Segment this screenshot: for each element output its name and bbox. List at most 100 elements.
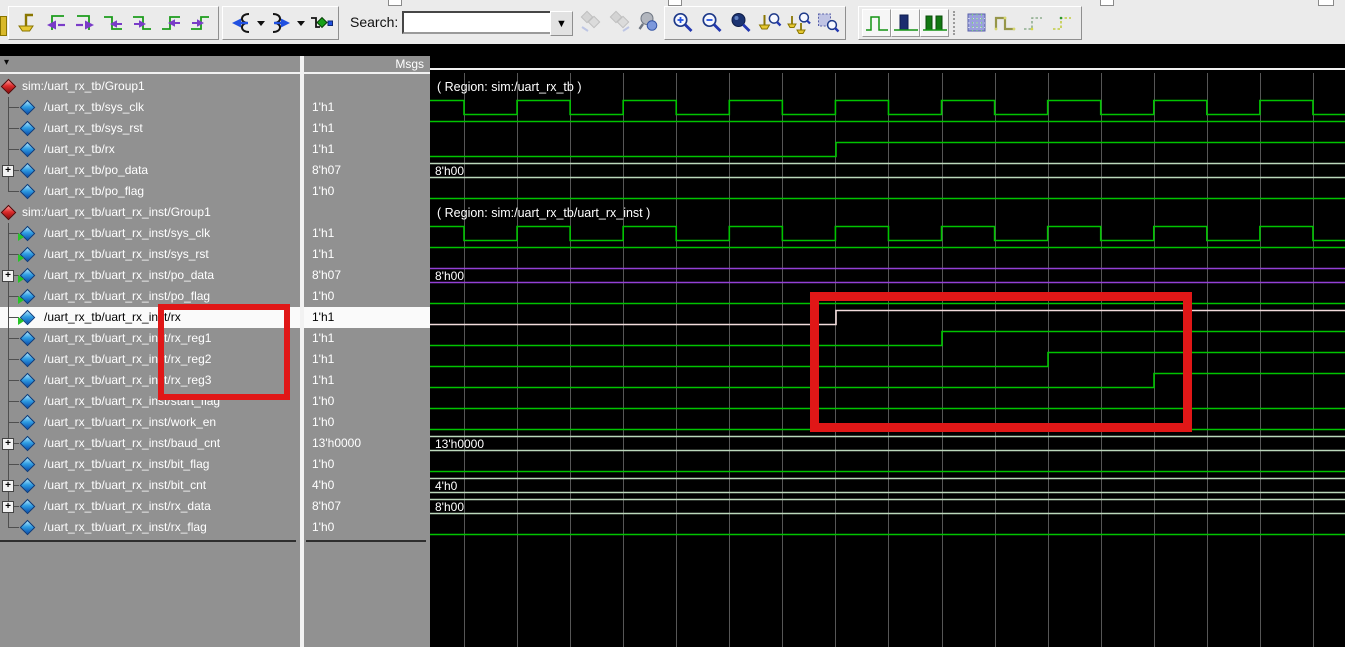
signal-diamond-icon bbox=[19, 477, 36, 494]
msgs-value-po_flag: 1'h0 bbox=[312, 289, 335, 303]
signal-diamond-icon bbox=[19, 414, 36, 431]
svg-text:13'h0000: 13'h0000 bbox=[435, 437, 484, 451]
wave-pulse-navy-button[interactable] bbox=[891, 9, 920, 37]
zoom-mode-button[interactable] bbox=[813, 9, 842, 37]
signal-row-bit_cnt[interactable]: + /uart_rx_tb/uart_rx_inst/bit_cnt bbox=[0, 475, 300, 496]
search-label: Search: bbox=[350, 14, 399, 30]
caret-icon bbox=[256, 20, 265, 26]
signal-row-po_data[interactable]: + /uart_rx_tb/uart_rx_inst/po_data bbox=[0, 265, 300, 286]
dropdown-caret-button[interactable] bbox=[255, 9, 266, 37]
cropped-widget-fragment bbox=[1318, 0, 1334, 6]
zoom-full-button[interactable] bbox=[726, 9, 755, 37]
msgs-value-po_data: 8'h07 bbox=[312, 268, 341, 282]
signal-row-po_data[interactable]: + /uart_rx_tb/po_data bbox=[0, 160, 300, 181]
expand-net-button[interactable] bbox=[306, 9, 335, 37]
insert-cursor-icon bbox=[14, 10, 40, 36]
pulse-olive-button[interactable] bbox=[991, 9, 1020, 37]
cropped-icon-fragment bbox=[0, 16, 7, 36]
wave-row-po_data: 8'h00 bbox=[430, 265, 1345, 286]
expander-icon[interactable]: + bbox=[2, 165, 14, 177]
msgs-panel[interactable]: Msgs 1'h1 1'h1 1'h1 8'h07 1'h0 1'h1 1'h1 8'h07 1… bbox=[304, 56, 432, 647]
names-panel-header[interactable]: ▾ bbox=[0, 56, 300, 74]
find-next-rising-edge-button[interactable] bbox=[186, 9, 215, 37]
find-previous-falling-edge-button[interactable] bbox=[99, 9, 128, 37]
search-forward-disabled-button bbox=[605, 8, 634, 36]
dropdown-caret-button[interactable] bbox=[295, 9, 306, 37]
step-dashed-gray-button[interactable] bbox=[1020, 9, 1049, 37]
tree-line bbox=[8, 422, 19, 423]
signal-row-sys_rst[interactable]: /uart_rx_tb/sys_rst bbox=[0, 118, 300, 139]
wave-row-po_flag bbox=[430, 181, 1345, 202]
find-next-transition-button[interactable] bbox=[70, 9, 99, 37]
signal-diamond-icon bbox=[19, 393, 36, 410]
search-dropdown-button[interactable]: ▼ bbox=[550, 11, 573, 36]
signal-label: /uart_rx_tb/uart_rx_inst/rx_flag bbox=[44, 520, 207, 534]
signal-diamond-icon bbox=[19, 120, 36, 137]
find-next-falling-edge-button[interactable] bbox=[128, 9, 157, 37]
zoom-in-on-active-cursor-button[interactable] bbox=[755, 9, 784, 37]
signal-row-work_en[interactable]: /uart_rx_tb/uart_rx_inst/work_en bbox=[0, 412, 300, 433]
insert-cursor-button[interactable] bbox=[12, 9, 41, 37]
signal-row-sys_rst[interactable]: /uart_rx_tb/uart_rx_inst/sys_rst bbox=[0, 244, 300, 265]
wave-pulse-green-icon bbox=[922, 10, 948, 36]
msgs-value-rx_flag: 1'h0 bbox=[312, 520, 335, 534]
signal-row-rx[interactable]: /uart_rx_tb/rx bbox=[0, 139, 300, 160]
expand-time-left-button[interactable] bbox=[226, 9, 255, 37]
zoom-out-button[interactable] bbox=[697, 9, 726, 37]
signal-diamond-icon bbox=[19, 183, 36, 200]
wave-pulse-green-button[interactable] bbox=[920, 9, 949, 37]
expander-icon[interactable]: + bbox=[2, 270, 14, 282]
search-input[interactable] bbox=[402, 11, 556, 34]
pulse-olive-icon bbox=[993, 10, 1019, 36]
signal-diamond-icon bbox=[19, 330, 36, 347]
zoom-in-on-active-cursor-icon bbox=[757, 10, 783, 36]
find-previous-transition-button[interactable] bbox=[41, 9, 70, 37]
expander-icon[interactable]: + bbox=[2, 480, 14, 492]
wave-signal-thin-icon bbox=[864, 10, 890, 36]
tree-line bbox=[8, 149, 19, 150]
search-options-button[interactable] bbox=[634, 8, 663, 36]
group-diamond-icon bbox=[0, 78, 17, 95]
port-arrow-icon bbox=[18, 296, 24, 304]
signal-row-rx_flag[interactable]: /uart_rx_tb/uart_rx_inst/rx_flag bbox=[0, 517, 300, 538]
expander-icon[interactable]: + bbox=[2, 501, 14, 513]
expand-time-right-button[interactable] bbox=[266, 9, 295, 37]
port-arrow-icon bbox=[18, 233, 24, 241]
signal-diamond-icon bbox=[19, 162, 36, 179]
literal-purple-button[interactable] bbox=[962, 9, 991, 37]
tree-line bbox=[8, 527, 19, 528]
zoom-between-cursors-button[interactable] bbox=[784, 9, 813, 37]
header-caret-icon[interactable]: ▾ bbox=[4, 57, 9, 68]
msgs-header-label: Msgs bbox=[395, 57, 424, 71]
dropdown-arrow-icon: ▼ bbox=[556, 17, 567, 30]
signal-row-po_flag[interactable]: /uart_rx_tb/po_flag bbox=[0, 181, 300, 202]
signal-row-Group1[interactable]: sim:/uart_rx_tb/uart_rx_inst/Group1 bbox=[0, 202, 300, 223]
signal-label: /uart_rx_tb/uart_rx_inst/sys_rst bbox=[44, 247, 209, 261]
annotation-rect-waves bbox=[810, 292, 1192, 432]
svg-text:8'h00: 8'h00 bbox=[435, 269, 464, 283]
signal-row-baud_cnt[interactable]: + /uart_rx_tb/uart_rx_inst/baud_cnt bbox=[0, 433, 300, 454]
cropped-widget-fragment bbox=[1100, 0, 1114, 6]
find-next-transition-icon bbox=[72, 10, 98, 36]
wave-pulse-navy-icon bbox=[893, 10, 919, 36]
find-previous-rising-edge-button[interactable] bbox=[157, 9, 186, 37]
signal-diamond-icon bbox=[19, 372, 36, 389]
wave-row-rx bbox=[430, 139, 1345, 160]
signal-label: sim:/uart_rx_tb/uart_rx_inst/Group1 bbox=[22, 205, 211, 219]
signal-row-Group1[interactable]: sim:/uart_rx_tb/Group1 bbox=[0, 76, 300, 97]
wave-row-rx_data: 8'h00 bbox=[430, 496, 1345, 517]
zoom-in-button[interactable] bbox=[668, 9, 697, 37]
port-arrow-icon bbox=[18, 254, 24, 262]
separator-band bbox=[0, 44, 1345, 56]
signal-row-bit_flag[interactable]: /uart_rx_tb/uart_rx_inst/bit_flag bbox=[0, 454, 300, 475]
signal-row-sys_clk[interactable]: /uart_rx_tb/sys_clk bbox=[0, 97, 300, 118]
expander-icon[interactable]: + bbox=[2, 438, 14, 450]
wave-signal-thin-button[interactable] bbox=[862, 9, 891, 37]
signal-row-sys_clk[interactable]: /uart_rx_tb/uart_rx_inst/sys_clk bbox=[0, 223, 300, 244]
step-dashed-yellow-button[interactable] bbox=[1049, 9, 1078, 37]
find-next-rising-edge-icon bbox=[188, 10, 214, 36]
msgs-panel-header[interactable]: Msgs bbox=[304, 56, 430, 74]
signal-label: /uart_rx_tb/po_flag bbox=[44, 184, 145, 198]
signal-row-rx_data[interactable]: + /uart_rx_tb/uart_rx_inst/rx_data bbox=[0, 496, 300, 517]
tree-line bbox=[8, 107, 19, 108]
